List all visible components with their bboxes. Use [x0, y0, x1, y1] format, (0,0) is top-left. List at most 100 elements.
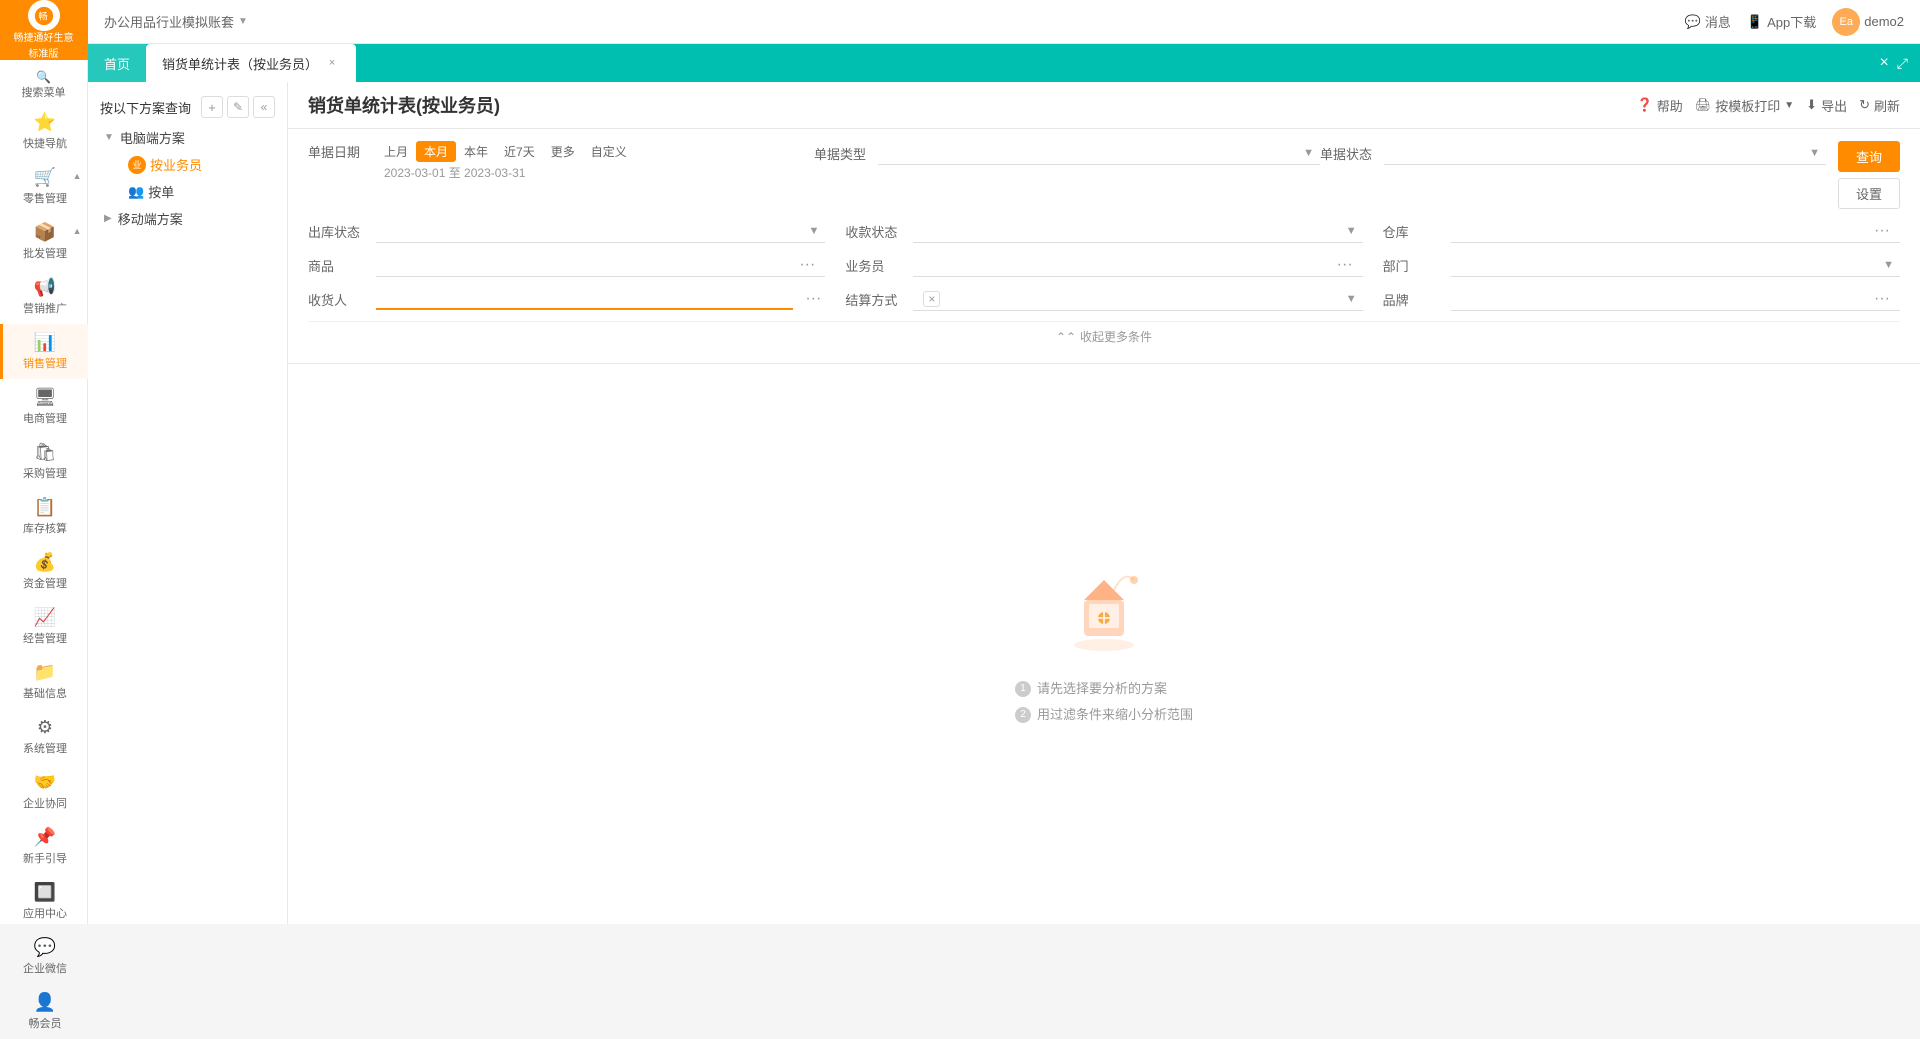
filter-dept: 部门 ▼: [1383, 253, 1900, 277]
action-buttons: 查询 设置: [1826, 141, 1900, 209]
date-range-display: 2023-03-01 至 2023-03-31: [384, 166, 525, 180]
collapse-panel-btn[interactable]: «: [253, 96, 275, 118]
user-profile[interactable]: Ea demo2: [1832, 8, 1904, 36]
logo-icon: 畅: [28, 0, 60, 31]
tree-mobile-section[interactable]: ▶ 移动端方案: [88, 205, 287, 232]
sidebar-item-operations[interactable]: 📈 经营管理: [0, 599, 88, 654]
sidebar-item-enterprise[interactable]: 🤝 企业协同: [0, 764, 88, 819]
doc-type-select[interactable]: ▼: [878, 141, 1320, 165]
app-download-btn[interactable]: 📱 App下载: [1747, 12, 1816, 31]
date-btn-this-year[interactable]: 本年: [456, 141, 496, 162]
tip-row-1: 1 请先选择要分析的方案: [1015, 676, 1193, 702]
payment-arrow-icon: ▼: [1346, 293, 1357, 305]
out-status-arrow-icon: ▼: [808, 225, 819, 237]
receiver-dots-icon[interactable]: ···: [801, 290, 825, 308]
date-btn-this-month[interactable]: 本月: [416, 141, 456, 162]
tree-item-order-label: 按单: [148, 182, 174, 201]
finance-label: 资金管理: [23, 575, 67, 591]
help-btn[interactable]: ❓ 帮助: [1637, 96, 1683, 115]
sidebar-item-ecommerce[interactable]: 🖥 电商管理: [0, 379, 88, 434]
sidebar-item-quick-nav[interactable]: ⭐ 快捷导航: [0, 104, 88, 159]
sidebar-item-new-guide[interactable]: 📌 新手引导: [0, 819, 88, 874]
help-label: 帮助: [1657, 96, 1683, 115]
logo-text: 畅捷通好生意: [14, 33, 74, 45]
sidebar-item-sales[interactable]: 📊 销售管理: [0, 324, 88, 379]
wholesale-label: 批发管理: [23, 245, 67, 261]
brand-dots-icon[interactable]: ···: [1870, 290, 1894, 308]
topbar-left: 办公用品行业模拟账套 ▼: [104, 12, 248, 31]
sidebar-item-basic-info[interactable]: 📁 基础信息: [0, 654, 88, 709]
refresh-icon: ↻: [1859, 97, 1870, 113]
query-button[interactable]: 查询: [1838, 141, 1900, 172]
collapse-up-icon: ⌃⌃: [1056, 330, 1076, 344]
print-btn[interactable]: 🖨 按模板打印 ▼: [1695, 96, 1794, 115]
sidebar-item-wholesale[interactable]: 📦 批发管理 ▲: [0, 214, 88, 269]
brand-select[interactable]: ···: [1451, 287, 1900, 311]
refresh-btn[interactable]: ↻ 刷新: [1859, 96, 1900, 115]
sidebar-item-member[interactable]: 👤 畅会员: [0, 984, 88, 1039]
tab-expand-icon[interactable]: ⤢: [1897, 55, 1908, 72]
edit-scheme-btn[interactable]: ✎: [227, 96, 249, 118]
tree-pc-section[interactable]: ▼ 电脑端方案: [88, 124, 287, 151]
collapse-filter-btn[interactable]: ⌃⌃ 收起更多条件: [308, 321, 1900, 351]
setup-button[interactable]: 设置: [1838, 178, 1900, 209]
export-btn[interactable]: ⬇ 导出: [1806, 96, 1847, 115]
sidebar-item-enterprise-wechat[interactable]: 💬 企业微信: [0, 929, 88, 984]
goods-select[interactable]: ···: [376, 253, 825, 277]
date-btn-custom[interactable]: 自定义: [583, 141, 635, 162]
tab-close-icon[interactable]: ×: [324, 55, 340, 71]
app-logo: 畅 畅捷通好生意 标准版: [0, 0, 88, 60]
doc-type-arrow-icon: ▼: [1303, 147, 1314, 159]
member-icon: 👤: [34, 992, 56, 1013]
payment-method-select[interactable]: × ▼: [913, 287, 1362, 311]
sidebar-item-retail[interactable]: 🛒 零售管理 ▲: [0, 159, 88, 214]
sidebar-item-marketing[interactable]: 📢 营销推广: [0, 269, 88, 324]
new-guide-label: 新手引导: [23, 850, 67, 866]
receipt-status-select[interactable]: ▼: [913, 219, 1362, 243]
empty-illustration: [1054, 560, 1154, 660]
filter-area: 单据日期 上月 本月 本年 近7天 更多 自定义 2023-03-0: [288, 129, 1920, 364]
sidebar-item-system[interactable]: ⚙ 系统管理: [0, 709, 88, 764]
sidebar-item-app-center[interactable]: 🔲 应用中心: [0, 874, 88, 929]
tree-mobile-label: 移动端方案: [118, 209, 183, 228]
filter-date-container: 单据日期 上月 本月 本年 近7天 更多 自定义 2023-03-0: [308, 141, 814, 181]
account-selector[interactable]: 办公用品行业模拟账套 ▼: [104, 12, 248, 31]
tab-close-window-icon[interactable]: ×: [1879, 54, 1888, 72]
export-label: 导出: [1821, 96, 1847, 115]
tree-item-by-salesman[interactable]: 业 按业务员: [120, 151, 287, 178]
warehouse-select[interactable]: ···: [1451, 219, 1900, 243]
sidebar-item-inventory[interactable]: 📋 库存核算: [0, 489, 88, 544]
date-btn-more[interactable]: 更多: [543, 141, 583, 162]
tab-home[interactable]: 首页: [88, 44, 146, 82]
doc-status-select[interactable]: ▼: [1384, 141, 1826, 165]
out-status-select[interactable]: ▼: [376, 219, 825, 243]
help-icon: ❓: [1637, 97, 1653, 113]
content-area: 按以下方案查询 + ✎ « ▼ 电脑端方案 业 按业务员: [88, 82, 1920, 924]
date-btn-7days[interactable]: 近7天: [496, 141, 543, 162]
dept-label: 部门: [1383, 256, 1443, 275]
date-btn-last-month[interactable]: 上月: [376, 141, 416, 162]
receiver-input[interactable]: [376, 289, 793, 310]
warehouse-dots-icon[interactable]: ···: [1870, 222, 1894, 240]
sidebar-item-finance[interactable]: 💰 资金管理: [0, 544, 88, 599]
tree-item-by-order[interactable]: 👥 按单: [120, 178, 287, 205]
filter-receipt-status: 收款状态 ▼: [845, 219, 1362, 243]
message-btn[interactable]: 💬 消息: [1685, 12, 1731, 31]
tip-num-2: 2: [1015, 707, 1031, 723]
salesman-dots-icon[interactable]: ···: [1333, 256, 1357, 274]
purchase-label: 采购管理: [23, 465, 67, 481]
tab-sales-stats[interactable]: 销货单统计表（按业务员） ×: [146, 44, 356, 82]
goods-dots-icon[interactable]: ···: [795, 256, 819, 274]
filter-warehouse: 仓库 ···: [1383, 219, 1900, 243]
dept-select[interactable]: ▼: [1451, 253, 1900, 277]
search-label: 搜索菜单: [22, 84, 66, 100]
filter-doc-type: 单据类型 ▼: [814, 141, 1320, 165]
filter-doc-status: 单据状态 ▼: [1320, 141, 1826, 165]
salesman-select[interactable]: ···: [913, 253, 1362, 277]
payment-clear-icon[interactable]: ×: [923, 291, 940, 307]
sidebar-search[interactable]: 🔍 搜索菜单: [22, 60, 66, 104]
add-scheme-btn[interactable]: +: [201, 96, 223, 118]
sidebar-item-purchase[interactable]: 🛍 采购管理: [0, 434, 88, 489]
print-label: 按模板打印: [1715, 96, 1780, 115]
export-icon: ⬇: [1806, 97, 1817, 113]
